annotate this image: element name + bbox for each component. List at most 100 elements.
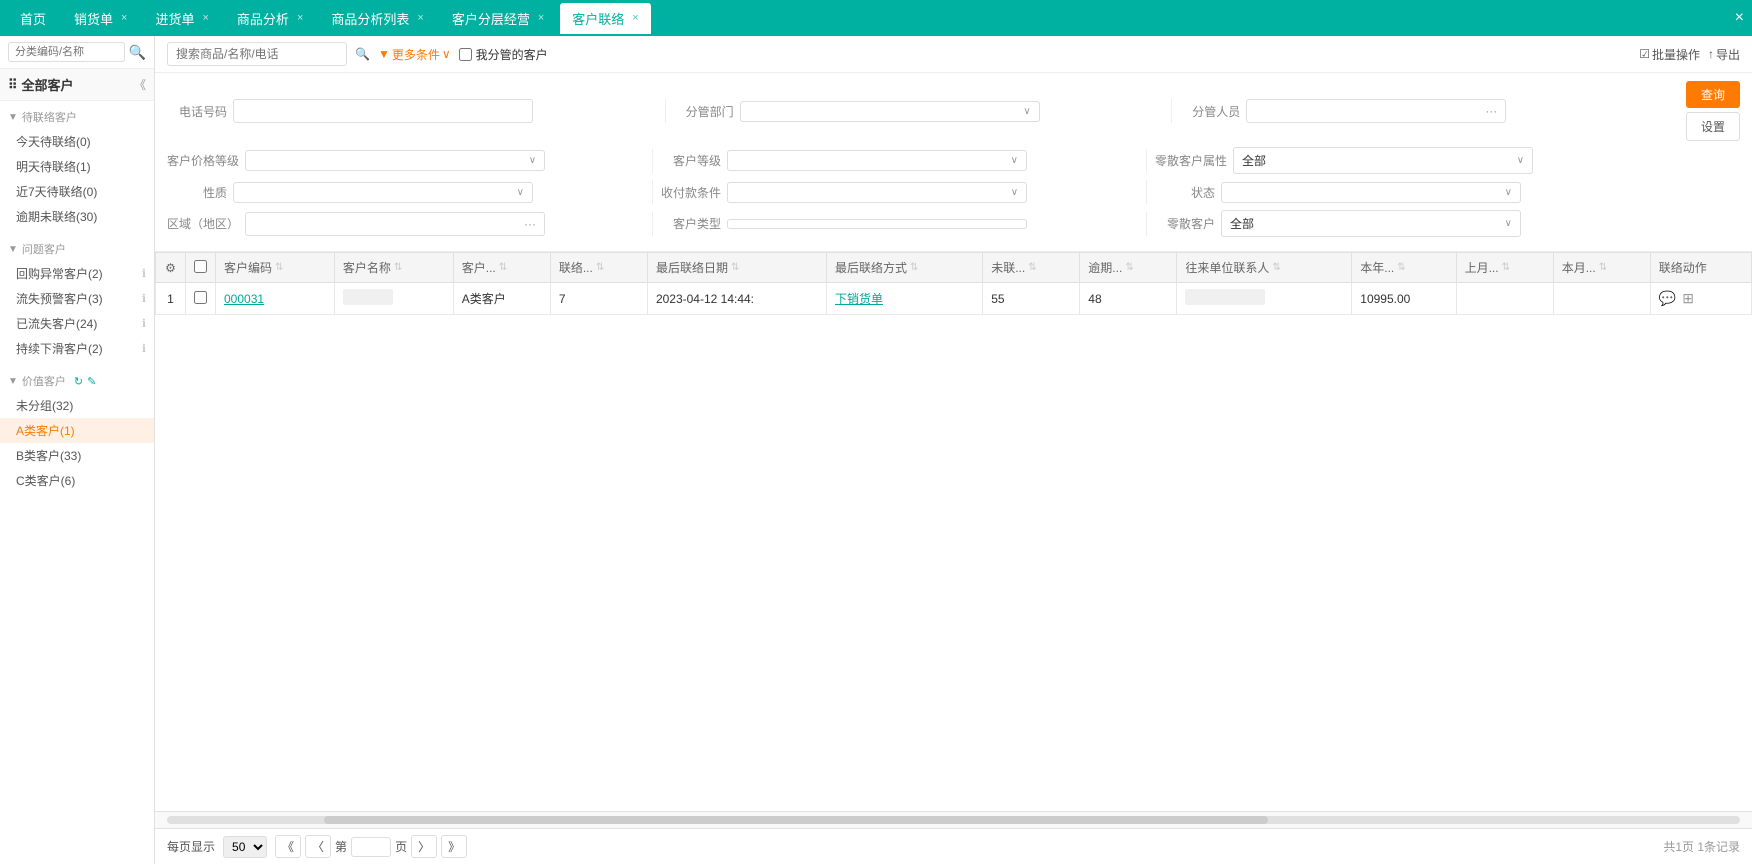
nav-customer-contact[interactable]: 客户联络 × xyxy=(560,3,650,34)
next-page-btn[interactable]: 〉 xyxy=(411,835,437,858)
chat-icon[interactable]: 💬 xyxy=(1659,290,1676,307)
customer-level-label: 客户等级 xyxy=(661,152,721,169)
info-icon-4: ℹ xyxy=(142,342,146,355)
phone-input[interactable] xyxy=(233,99,533,123)
nav-customer-contact-close[interactable]: × xyxy=(632,12,638,24)
settings-icon[interactable]: ⚙ xyxy=(165,261,176,275)
scattered-label: 零散客户 xyxy=(1155,215,1215,232)
sidebar-item-churned[interactable]: 已流失客户(24) ℹ xyxy=(0,311,154,336)
sidebar-item-overdue[interactable]: 逾期未联络(30) xyxy=(0,204,154,229)
customer-type-select[interactable] xyxy=(727,219,1027,229)
payment-select[interactable]: ∨ xyxy=(727,182,1027,203)
contact-method-link[interactable]: 下销货单 xyxy=(835,292,883,306)
first-page-btn[interactable]: 《 xyxy=(275,835,301,858)
nav-product-analysis-close[interactable]: × xyxy=(297,12,303,24)
sort-icon-thismonth[interactable]: ⇅ xyxy=(1599,262,1607,273)
grid-icon: ⠿ xyxy=(8,77,18,93)
section-problem-title[interactable]: ▼ 问题客户 xyxy=(0,237,154,261)
my-customers-checkbox[interactable] xyxy=(459,48,472,61)
select-all-checkbox[interactable] xyxy=(194,260,207,273)
sidebar-collapse-btn[interactable]: 《 xyxy=(134,76,146,93)
td-overdue: 48 xyxy=(1080,283,1177,315)
prev-page-btn[interactable]: 〈 xyxy=(305,835,331,858)
sort-icon-lastmonth[interactable]: ⇅ xyxy=(1502,262,1510,273)
nav-product-list[interactable]: 商品分析列表 × xyxy=(319,3,435,34)
status-select[interactable]: ∨ xyxy=(1221,182,1521,203)
filter-scattered: 零散客户 全部 ∨ xyxy=(1155,210,1632,237)
filter-row-4: 区域（地区） ··· 客户类型 零散客户 xyxy=(167,210,1740,237)
th-code-label: 客户编码 xyxy=(224,259,272,276)
nav-sales[interactable]: 销货单 × xyxy=(62,3,139,34)
sidebar-item-7days[interactable]: 近7天待联络(0) xyxy=(0,179,154,204)
sort-icon-name[interactable]: ⇅ xyxy=(394,262,402,273)
region-select[interactable]: ··· xyxy=(245,212,545,236)
edit-icon[interactable]: ✎ xyxy=(87,375,96,388)
section-pending: ▼ 待联络客户 今天待联络(0) 明天待联络(1) 近7天待联络(0) 逾期未联… xyxy=(0,101,154,233)
refresh-icon[interactable]: ↻ xyxy=(74,375,83,388)
nav-customer-tier[interactable]: 客户分层经营 × xyxy=(440,3,556,34)
td-year: 10995.00 xyxy=(1352,283,1456,315)
more-conditions-btn[interactable]: ▼ 更多条件 ∨ xyxy=(378,46,451,63)
horizontal-scrollbar[interactable] xyxy=(167,816,1740,824)
sidebar-item-ungrouped[interactable]: 未分组(32) xyxy=(0,393,154,418)
sort-icon-type[interactable]: ⇅ xyxy=(499,262,507,273)
close-all-button[interactable]: × xyxy=(1735,9,1744,27)
sidebar-search-icon[interactable]: 🔍 xyxy=(129,44,146,61)
scattered-select[interactable]: 全部 ∨ xyxy=(1221,210,1521,237)
th-last-contact-method: 最后联络方式⇅ xyxy=(827,253,983,283)
customer-code-link[interactable]: 000031 xyxy=(224,292,264,306)
customer-type-label: 客户类型 xyxy=(661,215,721,232)
scrollbar-thumb[interactable] xyxy=(324,816,1268,824)
sidebar-item-tomorrow[interactable]: 明天待联络(1) xyxy=(0,154,154,179)
manager-select[interactable]: ··· xyxy=(1246,99,1506,123)
search-input[interactable] xyxy=(167,42,347,66)
nav-product-list-close[interactable]: × xyxy=(417,12,423,24)
setting-button[interactable]: 设置 xyxy=(1686,112,1740,141)
sidebar-item-c-class[interactable]: C类客户(6) xyxy=(0,468,154,493)
search-icon[interactable]: 🔍 xyxy=(355,47,370,61)
sort-icon-overdue[interactable]: ⇅ xyxy=(1125,262,1133,273)
sidebar-all-customers[interactable]: ⠿ 全部客户 《 xyxy=(0,69,154,101)
nature-select[interactable]: ∨ xyxy=(233,182,533,203)
sidebar-item-b-class[interactable]: B类客户(33) xyxy=(0,443,154,468)
nav-product-analysis[interactable]: 商品分析 × xyxy=(225,3,315,34)
sidebar-item-declining[interactable]: 持续下滑客户(2) ℹ xyxy=(0,336,154,361)
last-page-btn[interactable]: 》 xyxy=(441,835,467,858)
section-pending-title[interactable]: ▼ 待联络客户 xyxy=(0,105,154,129)
batch-op-button[interactable]: ☑ 批量操作 xyxy=(1639,46,1700,63)
sidebar-item-today[interactable]: 今天待联络(0) xyxy=(0,129,154,154)
nav-customer-tier-close[interactable]: × xyxy=(538,12,544,24)
nav-purchase[interactable]: 进货单 × xyxy=(143,3,220,34)
row-checkbox[interactable] xyxy=(194,291,207,304)
export-button[interactable]: ↑ 导出 xyxy=(1708,46,1740,63)
scattered-attr-select[interactable]: 全部 ∨ xyxy=(1233,147,1533,174)
sidebar-search-input[interactable] xyxy=(8,42,125,62)
sidebar-item-a-class[interactable]: A类客户(1) xyxy=(0,418,154,443)
horizontal-scroll-area xyxy=(155,811,1752,828)
data-table-container: ⚙ 客户编码⇅ 客户名称⇅ 客户...⇅ xyxy=(155,252,1752,811)
sidebar-item-repurchase-anomaly[interactable]: 回购异常客户(2) ℹ xyxy=(0,261,154,286)
info-icon-1: ℹ xyxy=(142,267,146,280)
sort-icon-contact[interactable]: ⇅ xyxy=(596,262,604,273)
sidebar-item-churn-warning[interactable]: 流失预警客户(3) ℹ xyxy=(0,286,154,311)
nav-purchase-close[interactable]: × xyxy=(202,12,208,24)
query-button[interactable]: 查询 xyxy=(1686,81,1740,108)
nav-home[interactable]: 首页 xyxy=(8,3,58,34)
sort-icon-unlink[interactable]: ⇅ xyxy=(1028,262,1036,273)
sort-icon-date[interactable]: ⇅ xyxy=(731,262,739,273)
region-select-more[interactable]: ··· xyxy=(524,217,536,231)
price-level-select[interactable]: ∨ xyxy=(245,150,545,171)
page-input[interactable]: 1 xyxy=(351,837,391,857)
manager-select-more[interactable]: ··· xyxy=(1485,104,1497,118)
sort-icon-year[interactable]: ⇅ xyxy=(1397,262,1405,273)
th-unlink-label: 未联... xyxy=(991,259,1025,276)
nav-sales-close[interactable]: × xyxy=(121,12,127,24)
page-size-select[interactable]: 50 xyxy=(223,836,267,858)
dept-select[interactable]: ∨ xyxy=(740,101,1040,122)
sort-icon-code[interactable]: ⇅ xyxy=(275,262,283,273)
section-value-title[interactable]: ▼ 价值客户 ↻ ✎ xyxy=(0,369,154,393)
sort-icon-person[interactable]: ⇅ xyxy=(1272,262,1280,273)
customer-level-select[interactable]: ∨ xyxy=(727,150,1027,171)
qr-icon[interactable]: ⊞ xyxy=(1682,290,1694,307)
sort-icon-method[interactable]: ⇅ xyxy=(910,262,918,273)
